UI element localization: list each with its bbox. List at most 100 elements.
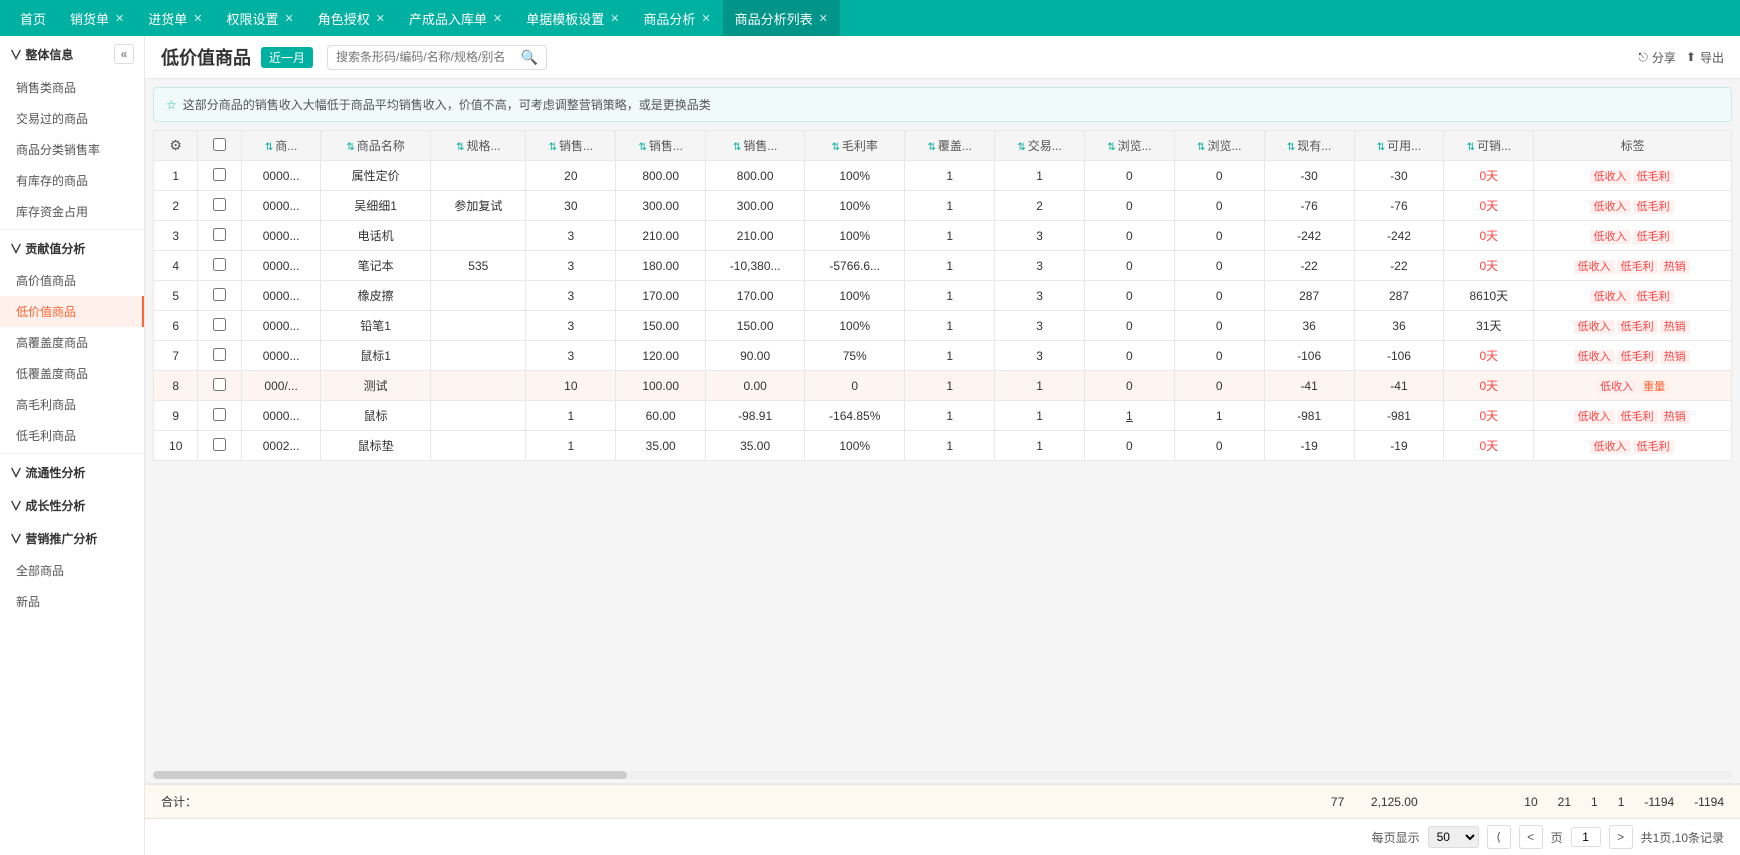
row-views1[interactable]: 0 [1084,251,1174,281]
next-page-btn[interactable]: > [1609,825,1633,849]
per-page-select[interactable]: 50 20 100 [1428,826,1479,848]
sidebar-item-stock-capital[interactable]: 库存资金占用 [0,196,144,227]
sidebar-item-new-goods[interactable]: 新品 [0,586,144,617]
col-coverage[interactable]: ⇅覆盖... [905,131,995,161]
col-stock[interactable]: ⇅现有... [1264,131,1354,161]
nav-production[interactable]: 产成品入库单 ✕ [397,0,514,36]
row-views1[interactable]: 0 [1084,431,1174,461]
close-icon[interactable]: ✕ [115,12,124,25]
col-views1[interactable]: ⇅浏览... [1084,131,1174,161]
close-icon[interactable]: ✕ [193,12,202,25]
table-row: 9 0000... 鼠标 1 60.00 -98.91 -164.85% 1 1… [154,401,1732,431]
sidebar-item-category-rate[interactable]: 商品分类销售率 [0,134,144,165]
row-views1[interactable]: 0 [1084,311,1174,341]
sidebar-section-growth[interactable]: ∨ 成长性分析 [0,489,144,522]
row-views1[interactable]: 0 [1084,161,1174,191]
col-sales-amt[interactable]: ⇅销售... [616,131,706,161]
row-select-checkbox[interactable] [213,288,226,301]
close-icon[interactable]: ✕ [376,12,385,25]
sidebar-item-high-value[interactable]: 高价值商品 [0,265,144,296]
row-select-checkbox[interactable] [213,348,226,361]
col-available[interactable]: ⇅可用... [1354,131,1444,161]
search-input[interactable] [336,50,521,64]
row-views1[interactable]: 0 [1084,371,1174,401]
row-views1[interactable]: 0 [1084,221,1174,251]
row-checkbox[interactable] [198,281,242,311]
nav-permissions[interactable]: 权限设置 ✕ [214,0,305,36]
sidebar-item-traded-goods[interactable]: 交易过的商品 [0,103,144,134]
row-views1[interactable]: 0 [1084,281,1174,311]
collapse-icon[interactable]: « [114,44,134,64]
col-gear[interactable]: ⚙ [154,131,198,161]
col-spec[interactable]: ⇅规格... [431,131,526,161]
close-icon[interactable]: ✕ [701,12,710,25]
row-select-checkbox[interactable] [213,378,226,391]
row-views1[interactable]: 1 [1084,401,1174,431]
col-sales-qty[interactable]: ⇅销售... [526,131,616,161]
nav-product-analysis[interactable]: 商品分析 ✕ [631,0,722,36]
scrollbar-thumb[interactable] [153,771,627,779]
col-margin[interactable]: ⇅毛利率 [805,131,905,161]
sidebar-section-marketing[interactable]: ∨ 营销推广分析 [0,522,144,555]
sidebar-section-overall[interactable]: ∨ 整体信息 « [0,36,144,72]
sidebar-item-low-margin[interactable]: 低毛利商品 [0,420,144,451]
row-select-checkbox[interactable] [213,438,226,451]
row-views1[interactable]: 0 [1084,341,1174,371]
nav-home[interactable]: 首页 [8,0,58,36]
sidebar-item-low-coverage[interactable]: 低覆盖度商品 [0,358,144,389]
row-checkbox[interactable] [198,191,242,221]
close-icon[interactable]: ✕ [285,12,294,25]
search-icon[interactable]: 🔍 [521,49,538,66]
col-deals[interactable]: ⇅交易... [995,131,1085,161]
col-views2[interactable]: ⇅浏览... [1174,131,1264,161]
col-name[interactable]: ⇅商品名称 [320,131,430,161]
horizontal-scrollbar[interactable] [153,771,1732,779]
share-button[interactable]: ⎋ 分享 [1638,49,1676,66]
row-select-checkbox[interactable] [213,168,226,181]
row-checkbox[interactable] [198,371,242,401]
sidebar-item-high-margin[interactable]: 高毛利商品 [0,389,144,420]
sidebar-item-all-goods[interactable]: 全部商品 [0,555,144,586]
nav-template[interactable]: 单据模板设置 ✕ [514,0,631,36]
row-checkbox[interactable] [198,161,242,191]
col-checkbox[interactable] [198,131,242,161]
row-checkbox[interactable] [198,401,242,431]
close-icon[interactable]: ✕ [493,12,502,25]
export-button[interactable]: ⬆ 导出 [1686,49,1724,66]
prev-page-btn[interactable]: < [1519,825,1543,849]
select-all-checkbox[interactable] [213,138,226,151]
row-select-checkbox[interactable] [213,228,226,241]
gear-icon[interactable]: ⚙ [169,137,182,153]
row-select-checkbox[interactable] [213,258,226,271]
close-icon[interactable]: ✕ [819,12,828,25]
sidebar-item-low-value[interactable]: 低价值商品 [0,296,144,327]
time-period-tag[interactable]: 近一月 [261,47,313,68]
row-select-checkbox[interactable] [213,408,226,421]
sidebar-item-sales-goods[interactable]: 销售类商品 [0,72,144,103]
nav-sales-order[interactable]: 销货单 ✕ [58,0,136,36]
row-select-checkbox[interactable] [213,318,226,331]
sidebar-section-flow[interactable]: ∨ 流通性分析 [0,456,144,489]
sidebar-item-high-coverage[interactable]: 高覆盖度商品 [0,327,144,358]
nav-purchase-order[interactable]: 进货单 ✕ [136,0,214,36]
sidebar-section-contribution[interactable]: ∨ 贡献值分析 [0,232,144,265]
first-page-btn[interactable]: ⟨ [1487,825,1511,849]
row-checkbox[interactable] [198,311,242,341]
row-checkbox[interactable] [198,431,242,461]
page-input[interactable] [1571,827,1601,847]
row-checkbox[interactable] [198,341,242,371]
col-sales-profit[interactable]: ⇅销售... [706,131,805,161]
col-code[interactable]: ⇅商... [242,131,321,161]
views1-link[interactable]: 1 [1126,409,1133,423]
row-checkbox[interactable] [198,221,242,251]
row-select-checkbox[interactable] [213,198,226,211]
sidebar-item-stock-goods[interactable]: 有库存的商品 [0,165,144,196]
row-views1[interactable]: 0 [1084,191,1174,221]
close-icon[interactable]: ✕ [610,12,619,25]
col-sellable[interactable]: ⇅可销... [1444,131,1534,161]
nav-product-analysis-list[interactable]: 商品分析列表 ✕ [723,0,840,36]
table-container[interactable]: ⚙ ⇅商... ⇅商品名称 ⇅规格... ⇅销售... ⇅销售... ⇅销售..… [145,130,1740,767]
row-checkbox[interactable] [198,251,242,281]
views1-link: 0 [1126,229,1133,243]
nav-roles[interactable]: 角色授权 ✕ [306,0,397,36]
